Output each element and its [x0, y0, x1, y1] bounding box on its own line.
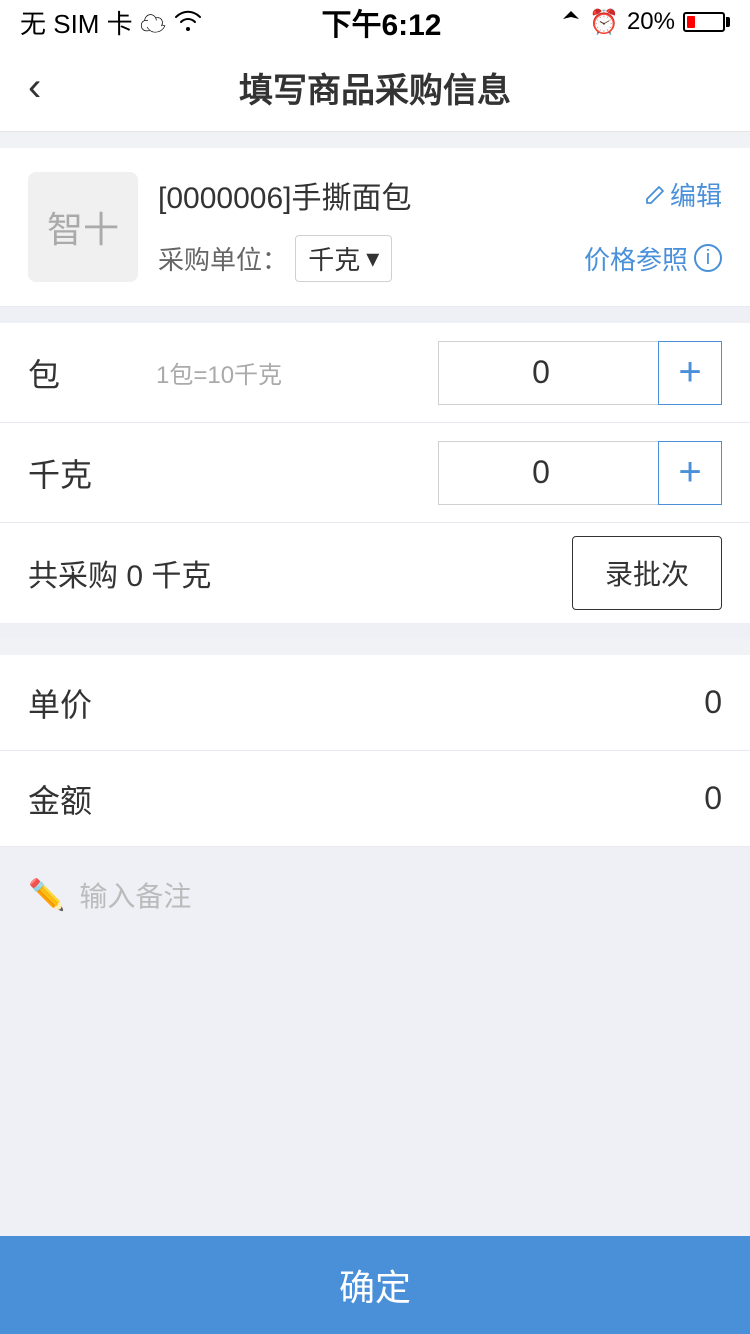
status-left: 无 SIM 卡 ☁ — [20, 4, 202, 41]
edit-button[interactable]: 编辑 — [644, 176, 722, 213]
status-bar: 无 SIM 卡 ☁ 下午6:12 ⏰ 20% — [0, 0, 750, 44]
product-info: [0000006]手撕面包 编辑 采购单位： 千克 ▾ 价格参照 i — [158, 173, 722, 282]
package-input[interactable] — [438, 341, 658, 405]
status-right: ⏰ 20% — [561, 8, 730, 37]
kg-controls: + — [438, 441, 722, 505]
section-divider-1 — [0, 307, 750, 323]
unit-price-row: 单价 0 — [0, 655, 750, 751]
page-title: 填写商品采购信息 — [239, 63, 511, 112]
location-icon — [561, 8, 581, 36]
amount-value: 0 — [704, 780, 722, 817]
amount-label: 金额 — [28, 776, 92, 822]
product-name: [0000006]手撕面包 — [158, 173, 411, 217]
chevron-down-icon: ▾ — [366, 243, 379, 274]
battery-icon — [683, 12, 730, 32]
unit-price-label: 单价 — [28, 680, 92, 726]
kg-input[interactable] — [438, 441, 658, 505]
info-icon: i — [694, 244, 722, 272]
price-section: 单价 0 金额 0 — [0, 655, 750, 847]
package-label: 包 — [28, 350, 148, 396]
nav-bar: ‹ 填写商品采购信息 — [0, 44, 750, 132]
alarm-icon: ⏰ — [589, 8, 619, 37]
kg-label: 千克 — [28, 450, 148, 496]
unit-select-button[interactable]: 千克 ▾ — [295, 235, 392, 282]
total-row: 共采购 0 千克 录批次 — [0, 523, 750, 623]
back-button[interactable]: ‹ — [28, 65, 41, 110]
section-divider-2 — [0, 623, 750, 639]
record-batch-button[interactable]: 录批次 — [572, 536, 722, 610]
price-ref-button[interactable]: 价格参照 i — [584, 240, 722, 277]
empty-area — [0, 943, 750, 1273]
unit-price-value: 0 — [704, 684, 722, 721]
pencil-icon: ✏️ — [28, 878, 65, 913]
status-time: 下午6:12 — [321, 0, 441, 44]
remark-section[interactable]: ✏️ 输入备注 — [0, 847, 750, 943]
amount-row: 金额 0 — [0, 751, 750, 847]
package-input-row: 包 1包=10千克 + — [0, 323, 750, 423]
kg-input-row: 千克 + — [0, 423, 750, 523]
product-unit-row: 采购单位： 千克 ▾ 价格参照 i — [158, 235, 722, 282]
product-image: 智十 — [28, 172, 138, 282]
package-plus-button[interactable]: + — [658, 341, 722, 405]
input-section: 包 1包=10千克 + 千克 + 共采购 0 千克 录批次 — [0, 323, 750, 623]
kg-plus-button[interactable]: + — [658, 441, 722, 505]
product-card: 智十 [0000006]手撕面包 编辑 采购单位： 千克 ▾ — [0, 148, 750, 307]
battery-percent: 20% — [627, 8, 675, 36]
total-label: 共采购 0 千克 — [28, 551, 211, 595]
unit-label: 采购单位： 千克 ▾ — [158, 235, 392, 282]
package-sublabel: 1包=10千克 — [156, 355, 282, 390]
no-sim-label: 无 SIM 卡 ☁ — [20, 4, 166, 41]
package-controls: + — [438, 341, 722, 405]
remark-placeholder: 输入备注 — [79, 875, 191, 915]
product-name-row: [0000006]手撕面包 编辑 — [158, 173, 722, 217]
confirm-button[interactable]: 确定 — [0, 1236, 750, 1334]
wifi-icon — [174, 7, 202, 38]
product-logo: 智十 — [47, 201, 119, 253]
